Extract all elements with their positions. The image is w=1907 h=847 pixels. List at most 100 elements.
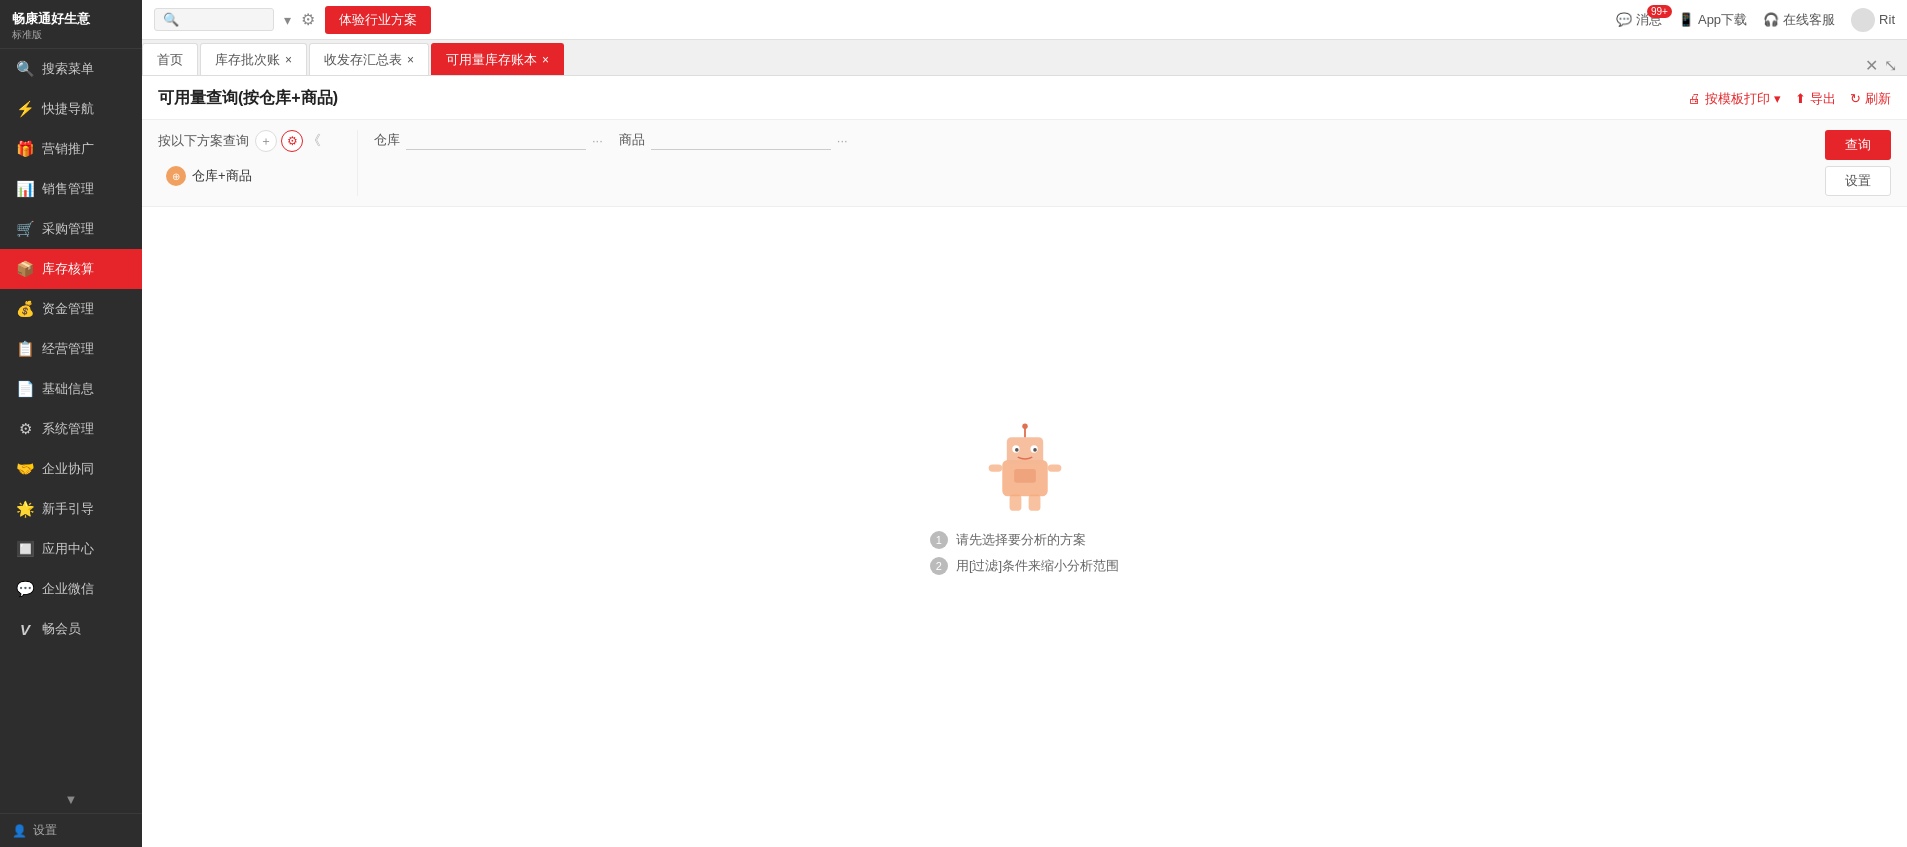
sidebar-item-appcenter[interactable]: 🔲 应用中心 [0, 529, 142, 569]
page-content: 可用量查询(按仓库+商品) 🖨 按模板打印 ▾ ⬆ 导出 ↻ 刷新 [142, 76, 1907, 847]
export-label: 导出 [1810, 90, 1836, 108]
message-icon: 💬 [1616, 12, 1632, 27]
goods-field: 商品 ··· [619, 130, 848, 150]
sidebar: 畅康通好生意 标准版 🔍 搜索菜单 ⚡ 快捷导航 🎁 营销推广 📊 销售管理 🛒… [0, 0, 142, 847]
scheme-item-label: 仓库+商品 [192, 167, 252, 185]
svg-rect-9 [1028, 494, 1040, 510]
inventory-icon: 📦 [16, 260, 34, 278]
svg-point-11 [1022, 424, 1027, 429]
sidebar-nav: 🔍 搜索菜单 ⚡ 快捷导航 🎁 营销推广 📊 销售管理 🛒 采购管理 📦 库存核… [0, 49, 142, 786]
sidebar-item-enterprise[interactable]: 🤝 企业协同 [0, 449, 142, 489]
user-name: Rit [1879, 12, 1895, 27]
sidebar-item-sales[interactable]: 📊 销售管理 [0, 169, 142, 209]
tab-collect-ledger-close[interactable]: × [407, 54, 414, 66]
hint-2-text: 用[过滤]条件来缩小分析范围 [956, 557, 1119, 575]
sidebar-item-inventory[interactable]: 📦 库存核算 [0, 249, 142, 289]
sidebar-item-purchase[interactable]: 🛒 采购管理 [0, 209, 142, 249]
window-expand-icon[interactable]: ⤡ [1884, 56, 1897, 75]
sidebar-item-member[interactable]: V 畅会员 [0, 609, 142, 649]
warehouse-label: 仓库 [374, 131, 400, 149]
purchase-icon: 🛒 [16, 220, 34, 238]
trial-button[interactable]: 体验行业方案 [325, 6, 431, 34]
refresh-label: 刷新 [1865, 90, 1891, 108]
tabs-bar: 首页 库存批次账 × 收发存汇总表 × 可用量库存账本 × ✕ ⤡ [142, 40, 1907, 76]
goods-input[interactable] [651, 130, 831, 150]
refresh-icon: ↻ [1850, 91, 1861, 106]
sidebar-item-newbie[interactable]: 🌟 新手引导 [0, 489, 142, 529]
app-download-label: App下载 [1698, 11, 1747, 29]
setting-button[interactable]: 设置 [1825, 166, 1891, 196]
sidebar-item-finance[interactable]: 💰 资金管理 [0, 289, 142, 329]
message-button[interactable]: 💬 消息 99+ [1616, 11, 1662, 29]
sidebar-bottom[interactable]: 👤 设置 [0, 813, 142, 847]
search-icon: 🔍 [163, 12, 179, 27]
sidebar-item-marketing[interactable]: 🎁 营销推广 [0, 129, 142, 169]
scheme-panel: 按以下方案查询 ＋ ⚙ 《 ⊕ 仓库+商品 [158, 130, 358, 196]
tab-collect-ledger[interactable]: 收发存汇总表 × [309, 43, 429, 75]
scheme-item-warehouse-goods[interactable]: ⊕ 仓库+商品 [158, 160, 345, 192]
sidebar-item-system[interactable]: ⚙ 系统管理 [0, 409, 142, 449]
sidebar-item-operation[interactable]: 📋 经营管理 [0, 329, 142, 369]
marketing-icon: 🎁 [16, 140, 34, 158]
refresh-button[interactable]: ↻ 刷新 [1850, 90, 1891, 108]
filter-row: 仓库 ··· 商品 ··· [358, 130, 1813, 196]
page-header: 可用量查询(按仓库+商品) 🖨 按模板打印 ▾ ⬆ 导出 ↻ 刷新 [142, 76, 1907, 120]
sidebar-bottom-icon: 👤 [12, 824, 27, 838]
tab-home-label: 首页 [157, 51, 183, 69]
print-template-button[interactable]: 🖨 按模板打印 ▾ [1688, 90, 1781, 108]
scheme-settings-button[interactable]: ⚙ [281, 130, 303, 152]
main-area: 🔍 ▾ ⚙ 体验行业方案 💬 消息 99+ 📱 App下载 🎧 在线客服 Rit [142, 0, 1907, 847]
topbar-search-box[interactable]: 🔍 [154, 8, 274, 31]
hint-1-number: 1 [930, 531, 948, 549]
window-close-icon[interactable]: ✕ [1865, 56, 1878, 75]
system-icon: ⚙ [16, 420, 34, 438]
sidebar-item-shortcut[interactable]: ⚡ 快捷导航 [0, 89, 142, 129]
empty-illustration [975, 419, 1075, 519]
print-icon: 🖨 [1688, 91, 1701, 106]
query-button[interactable]: 查询 [1825, 130, 1891, 160]
topbar: 🔍 ▾ ⚙ 体验行业方案 💬 消息 99+ 📱 App下载 🎧 在线客服 Rit [142, 0, 1907, 40]
online-service-button[interactable]: 🎧 在线客服 [1763, 11, 1835, 29]
warehouse-input[interactable] [406, 130, 586, 150]
svg-rect-1 [1006, 437, 1042, 464]
tab-home[interactable]: 首页 [142, 43, 198, 75]
sidebar-bottom-label: 设置 [33, 822, 57, 839]
dropdown-icon[interactable]: ▾ [284, 12, 291, 28]
tab-batch-ledger[interactable]: 库存批次账 × [200, 43, 307, 75]
export-icon: ⬆ [1795, 91, 1806, 106]
tab-batch-ledger-close[interactable]: × [285, 54, 292, 66]
tab-available-ledger[interactable]: 可用量库存账本 × [431, 43, 564, 75]
user-area[interactable]: Rit [1851, 8, 1895, 32]
brand-sub: 标准版 [12, 28, 130, 42]
warehouse-field: 仓库 ··· [374, 130, 603, 150]
app-download-button[interactable]: 📱 App下载 [1678, 11, 1747, 29]
warehouse-more-button[interactable]: ··· [592, 133, 603, 148]
empty-state: 1 请先选择要分析的方案 2 用[过滤]条件来缩小分析范围 [142, 207, 1907, 847]
goods-more-button[interactable]: ··· [837, 133, 848, 148]
sidebar-scroll-down[interactable]: ▼ [0, 786, 142, 813]
scheme-label: 按以下方案查询 [158, 132, 249, 150]
sidebar-item-wechat[interactable]: 💬 企业微信 [0, 569, 142, 609]
empty-hint-1: 1 请先选择要分析的方案 [930, 531, 1119, 549]
sales-icon: 📊 [16, 180, 34, 198]
print-dropdown-icon[interactable]: ▾ [1774, 91, 1781, 106]
scheme-item-icon: ⊕ [166, 166, 186, 186]
svg-rect-12 [1014, 469, 1036, 483]
svg-point-5 [1033, 448, 1037, 452]
search-input[interactable] [184, 13, 264, 27]
sidebar-item-search[interactable]: 🔍 搜索菜单 [0, 49, 142, 89]
svg-rect-7 [1047, 464, 1061, 471]
settings-gear-icon[interactable]: ⚙ [301, 10, 315, 29]
query-btn-area: 查询 设置 [1813, 130, 1891, 196]
export-button[interactable]: ⬆ 导出 [1795, 90, 1836, 108]
sidebar-item-basic[interactable]: 📄 基础信息 [0, 369, 142, 409]
collapse-panel-button[interactable]: 《 [307, 132, 321, 150]
hint-1-text: 请先选择要分析的方案 [956, 531, 1086, 549]
query-section: 按以下方案查询 ＋ ⚙ 《 ⊕ 仓库+商品 仓库 [142, 120, 1907, 207]
scheme-actions: ＋ ⚙ 《 [255, 130, 321, 152]
add-scheme-button[interactable]: ＋ [255, 130, 277, 152]
tab-available-ledger-close[interactable]: × [542, 54, 549, 66]
finance-icon: 💰 [16, 300, 34, 318]
goods-label: 商品 [619, 131, 645, 149]
sidebar-header: 畅康通好生意 标准版 [0, 0, 142, 49]
